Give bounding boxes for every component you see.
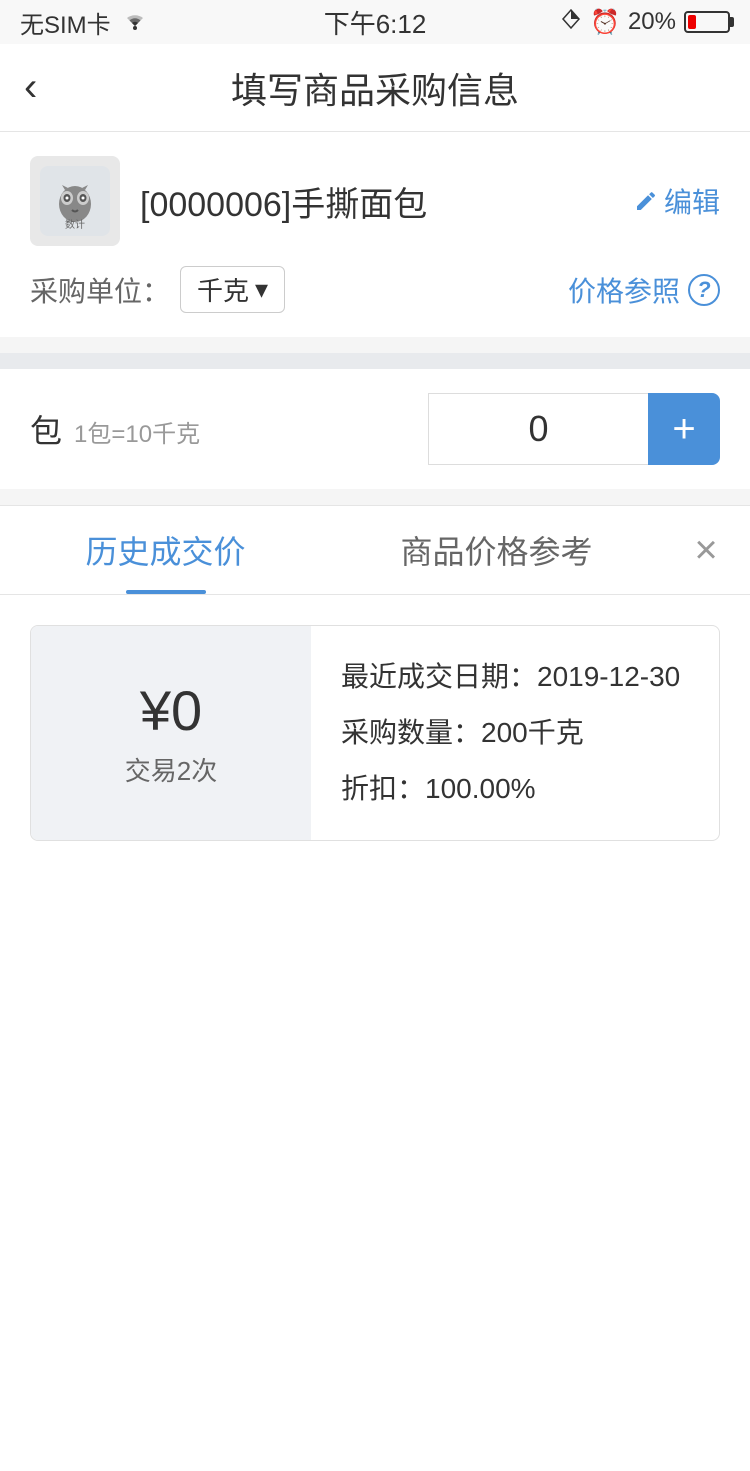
quantity-hint: 1包=10千克 (74, 414, 200, 449)
tab-history-price[interactable]: 历史成交价 (0, 506, 331, 594)
main-content (0, 871, 750, 1471)
product-image: 数计 (30, 156, 120, 246)
history-card: ¥0 交易2次 最近成交日期：2019-12-30 采购数量：200千克 折扣：… (30, 625, 720, 841)
product-header: 数计 [0000006]手撕面包 编辑 (30, 156, 720, 246)
section-divider (0, 353, 750, 369)
battery-percent: 20% (628, 8, 676, 36)
quantity-unit: 包 (30, 406, 62, 452)
date-value: 2019-12-30 (537, 661, 680, 692)
date-label: 最近成交日期： (341, 661, 537, 692)
status-left: 无SIM卡 (20, 5, 151, 40)
card-trade-count: 交易2次 (125, 751, 217, 788)
qty-value: 200千克 (481, 717, 584, 748)
battery-icon (684, 11, 730, 33)
qty-label: 采购数量： (341, 717, 481, 748)
svg-text:数计: 数计 (65, 218, 85, 231)
status-time: 下午6:12 (324, 4, 427, 41)
tab-price-ref-label: 商品价格参考 (400, 527, 592, 573)
info-icon: ? (688, 274, 720, 306)
unit-select[interactable]: 千克 ▾ (180, 266, 285, 313)
quantity-row: 包 1包=10千克 0 + (0, 369, 750, 489)
product-section: 数计 [0000006]手撕面包 编辑 采购单位： 千克 ▾ 价格参照 ? (0, 132, 750, 337)
nav-bar: ‹ 填写商品采购信息 (0, 44, 750, 132)
bottom-panel: 历史成交价 商品价格参考 × ¥0 交易2次 最近成交日期：2019-12-30… (0, 505, 750, 871)
tab-close-button[interactable]: × (662, 506, 750, 594)
discount-label: 折扣： (341, 773, 425, 804)
unit-value: 千克 (197, 271, 249, 308)
quantity-input[interactable]: 0 (428, 393, 648, 465)
back-button[interactable]: ‹ (24, 65, 37, 110)
quantity-input-area: 0 + (428, 393, 720, 465)
history-content: ¥0 交易2次 最近成交日期：2019-12-30 采购数量：200千克 折扣：… (0, 595, 750, 871)
page-title: 填写商品采购信息 (231, 62, 519, 114)
card-left: ¥0 交易2次 (31, 626, 311, 840)
network-label: 无SIM卡 (20, 5, 111, 40)
price-ref-button[interactable]: 价格参照 ? (568, 270, 720, 310)
product-unit-row: 采购单位： 千克 ▾ 价格参照 ? (30, 266, 720, 313)
tabs-row: 历史成交价 商品价格参考 × (0, 506, 750, 595)
edit-button[interactable]: 编辑 (634, 181, 720, 221)
alarm-icon: ⏰ (590, 8, 620, 37)
unit-label: 采购单位： 千克 ▾ (30, 266, 285, 313)
edit-label: 编辑 (664, 181, 720, 221)
product-name: [0000006]手撕面包 (140, 177, 427, 226)
card-discount-row: 折扣：100.00% (341, 768, 689, 810)
location-icon (560, 8, 582, 37)
product-left: 数计 [0000006]手撕面包 (30, 156, 427, 246)
quantity-value: 0 (528, 408, 548, 450)
card-right: 最近成交日期：2019-12-30 采购数量：200千克 折扣：100.00% (311, 626, 719, 840)
status-bar: 无SIM卡 下午6:12 ⏰ 20% (0, 0, 750, 44)
dropdown-icon: ▾ (255, 274, 268, 305)
price-ref-label: 价格参照 (568, 270, 680, 310)
tab-price-ref[interactable]: 商品价格参考 (331, 506, 662, 594)
quantity-left: 包 1包=10千克 (30, 406, 200, 452)
card-qty-row: 采购数量：200千克 (341, 712, 689, 754)
quantity-plus-button[interactable]: + (648, 393, 720, 465)
wifi-icon (119, 8, 151, 37)
discount-value: 100.00% (425, 773, 536, 804)
card-price: ¥0 (140, 678, 202, 743)
status-right: ⏰ 20% (560, 8, 730, 37)
tab-history-label: 历史成交价 (85, 527, 245, 573)
card-date-row: 最近成交日期：2019-12-30 (341, 656, 689, 698)
